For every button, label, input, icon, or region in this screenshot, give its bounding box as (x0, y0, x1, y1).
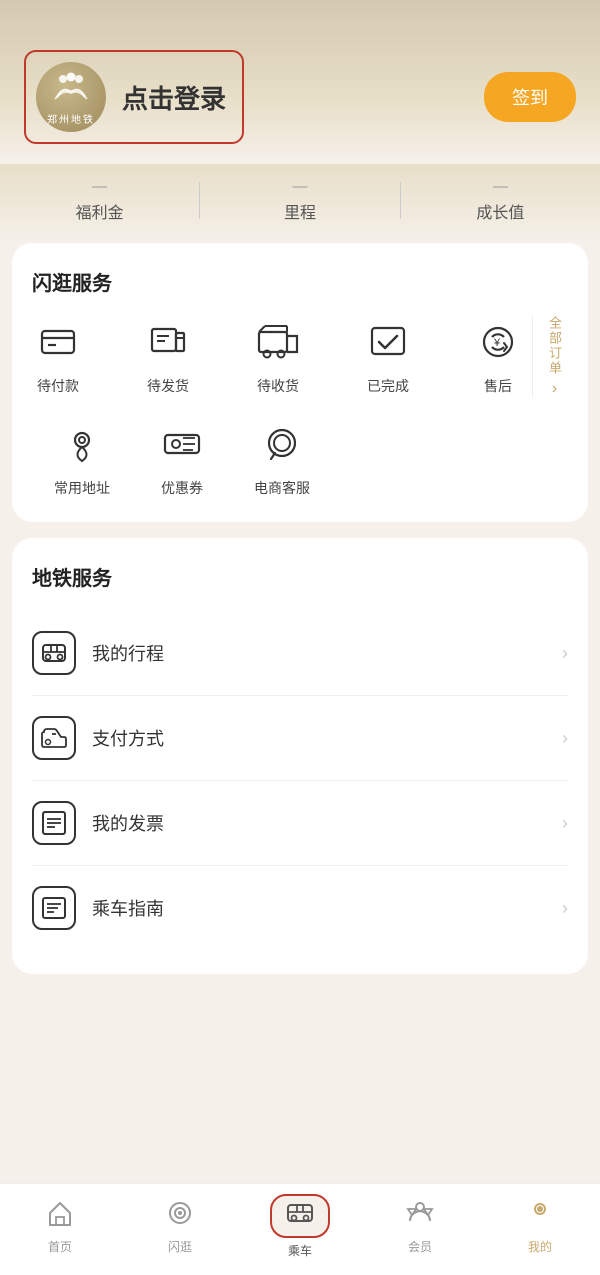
metro-center-icon (284, 1199, 316, 1234)
yiwancheng-icon (362, 316, 414, 368)
fulijin-value: — (92, 178, 107, 195)
all-orders-label: 全部订单 (545, 316, 564, 376)
invoice-icon (32, 801, 76, 845)
stat-chengzhangzhi[interactable]: — 成长值 (401, 178, 600, 223)
stat-licheng[interactable]: — 里程 (200, 178, 399, 223)
nav-item-home[interactable]: 首页 (0, 1199, 120, 1255)
flash-service-title: 闪逛服务 (32, 267, 568, 296)
metro-center-wrap (270, 1194, 330, 1238)
stat-fulijin[interactable]: — 福利金 (0, 178, 199, 223)
payment-chevron-icon: › (562, 728, 568, 749)
service-row: 常用地址 优惠券 (32, 418, 568, 498)
member-icon (406, 1199, 434, 1234)
shop-icon (166, 1199, 194, 1234)
coupon-icon (156, 418, 208, 470)
guide-chevron-icon: › (562, 898, 568, 919)
avatar: 郑州地铁 (36, 62, 106, 132)
home-icon (46, 1199, 74, 1234)
invoice-label: 我的发票 (92, 810, 562, 836)
metro-item-guide[interactable]: 乘车指南 › (32, 866, 568, 950)
address-label: 常用地址 (54, 478, 110, 498)
trip-chevron-icon: › (562, 643, 568, 664)
order-item-yiwancheng[interactable]: 已完成 (362, 316, 414, 396)
nav-item-shop[interactable]: 闪逛 (120, 1199, 240, 1255)
fulijin-label: 福利金 (76, 199, 124, 223)
main-content: 闪逛服务 待付款 (0, 243, 600, 1090)
nav-item-metro[interactable]: 乘车 (240, 1194, 360, 1259)
guide-label: 乘车指南 (92, 895, 562, 921)
trip-label: 我的行程 (92, 640, 562, 666)
nav-item-mine[interactable]: 我的 (480, 1199, 600, 1255)
all-orders-button[interactable]: 全部订单 › (532, 316, 568, 398)
guide-icon (32, 886, 76, 930)
customerservice-label: 电商客服 (254, 478, 310, 498)
order-grid: 待付款 待发货 (32, 316, 568, 398)
order-item-daifahuo[interactable]: 待发货 (142, 316, 194, 396)
coupon-label: 优惠券 (161, 478, 203, 498)
metro-item-trip[interactable]: 我的行程 › (32, 611, 568, 696)
shouhou-icon: ¥ (472, 316, 524, 368)
daifukuan-label: 待付款 (37, 376, 79, 396)
member-label: 会员 (408, 1238, 432, 1255)
mine-label: 我的 (528, 1238, 552, 1255)
order-item-shouhou[interactable]: ¥ 售后 (472, 316, 524, 396)
all-orders-chevron-icon: › (552, 380, 557, 398)
header: 郑州地铁 点击登录 签到 (0, 0, 600, 164)
order-items: 待付款 待发货 (32, 316, 524, 396)
svg-text:¥: ¥ (493, 337, 501, 349)
daifukuan-icon (32, 316, 84, 368)
customerservice-icon (256, 418, 308, 470)
stats-bar: — 福利金 — 里程 — 成长值 (0, 164, 600, 243)
bottom-nav: 首页 闪逛 (0, 1183, 600, 1275)
address-icon (56, 418, 108, 470)
login-text: 点击登录 (122, 79, 226, 116)
licheng-value: — (292, 178, 307, 195)
yiwancheng-label: 已完成 (367, 376, 409, 396)
trip-icon (32, 631, 76, 675)
payment-icon (32, 716, 76, 760)
service-item-coupon[interactable]: 优惠券 (132, 418, 232, 498)
nav-item-member[interactable]: 会员 (360, 1199, 480, 1255)
payment-label: 支付方式 (92, 725, 562, 751)
invoice-chevron-icon: › (562, 813, 568, 834)
metro-item-payment[interactable]: 支付方式 › (32, 696, 568, 781)
signin-button[interactable]: 签到 (484, 72, 576, 122)
login-button[interactable]: 郑州地铁 点击登录 (24, 50, 244, 144)
metro-service-card: 地铁服务 我的行程 › (12, 538, 588, 974)
order-item-daifukuan[interactable]: 待付款 (32, 316, 84, 396)
daishouhuo-icon (252, 316, 304, 368)
metro-service-title: 地铁服务 (32, 562, 568, 591)
chengzhangzhi-value: — (493, 178, 508, 195)
chengzhangzhi-label: 成长值 (476, 199, 524, 223)
avatar-label: 郑州地铁 (47, 111, 95, 126)
daifahuo-icon (142, 316, 194, 368)
daifahuo-label: 待发货 (147, 376, 189, 396)
shop-label: 闪逛 (168, 1238, 192, 1255)
metro-item-invoice[interactable]: 我的发票 › (32, 781, 568, 866)
mine-icon (526, 1199, 554, 1234)
service-item-address[interactable]: 常用地址 (32, 418, 132, 498)
home-label: 首页 (48, 1238, 72, 1255)
shouhou-label: 售后 (484, 376, 512, 396)
licheng-label: 里程 (284, 199, 316, 223)
metro-list: 我的行程 › 支付方式 › (32, 611, 568, 950)
service-item-customerservice[interactable]: 电商客服 (232, 418, 332, 498)
order-item-daishouhuo[interactable]: 待收货 (252, 316, 304, 396)
metro-label: 乘车 (288, 1242, 312, 1259)
flash-service-card: 闪逛服务 待付款 (12, 243, 588, 522)
daishouhuo-label: 待收货 (257, 376, 299, 396)
